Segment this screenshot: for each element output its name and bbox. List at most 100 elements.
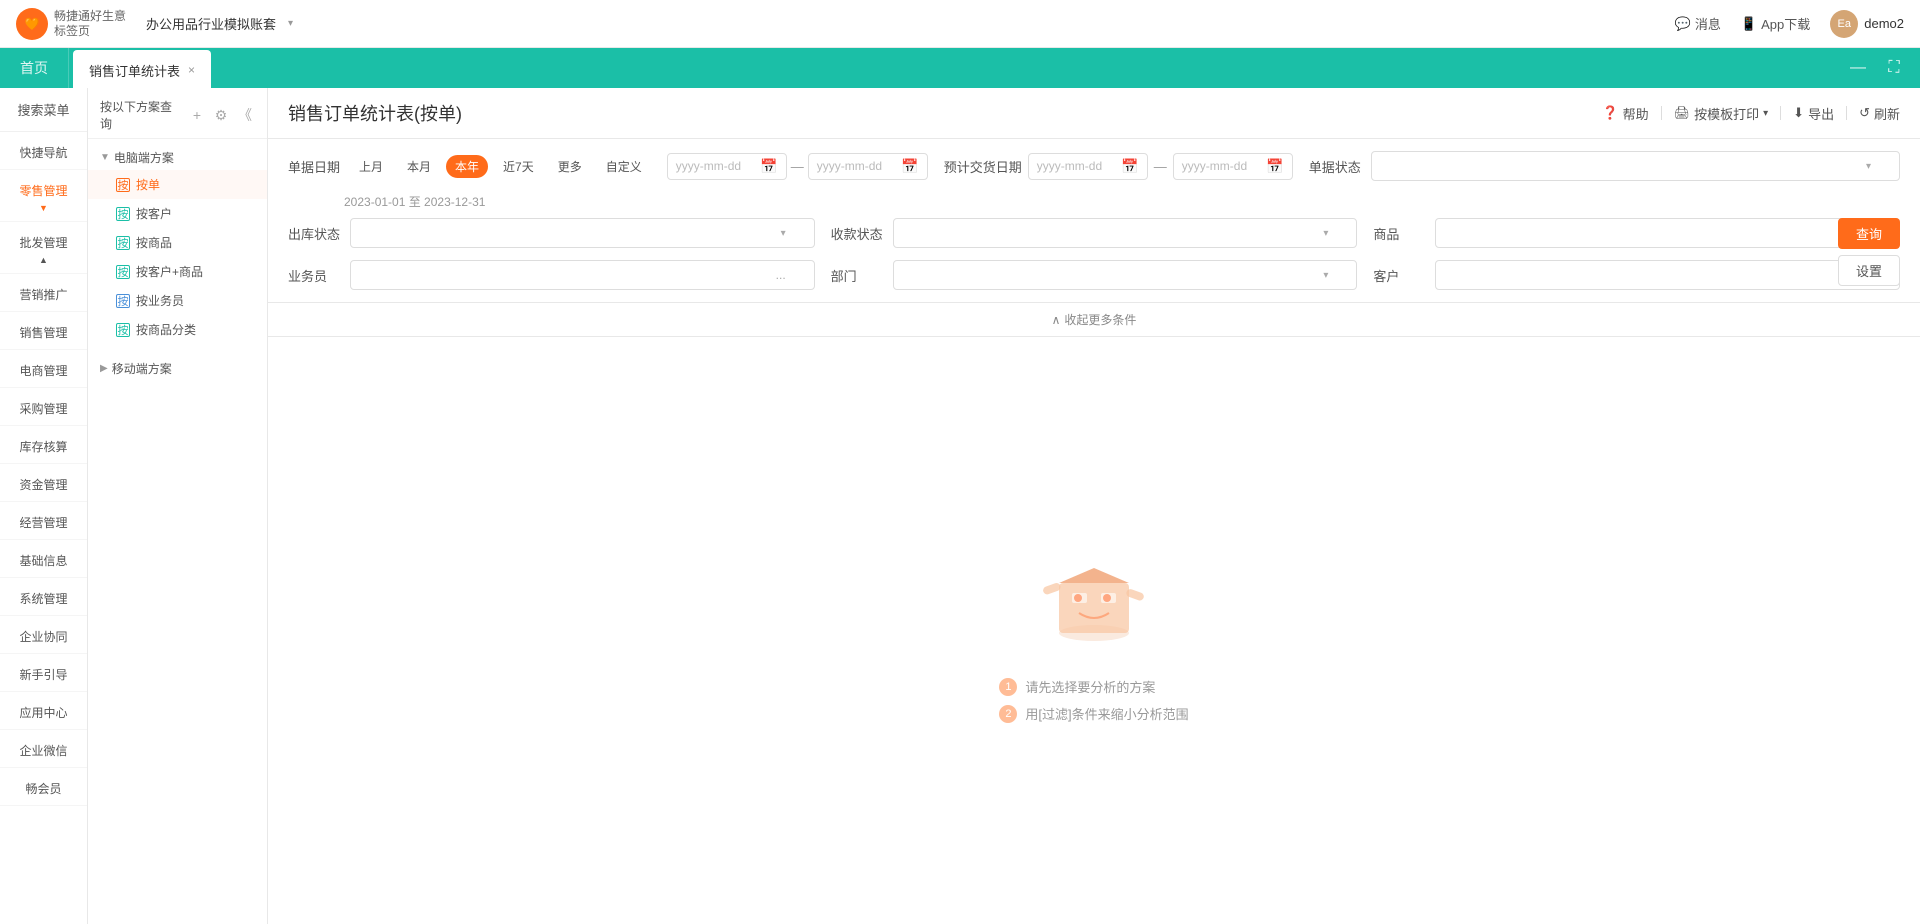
- template-print-button[interactable]: 🖨 按模板打印 ▾: [1674, 104, 1769, 123]
- export-button[interactable]: ⬇ 导出: [1793, 104, 1834, 123]
- scheme-group-pc-header[interactable]: ▼ 电脑端方案: [88, 145, 267, 170]
- doc-status-select[interactable]: ▾: [1371, 151, 1900, 181]
- divider-2: [1780, 106, 1781, 120]
- message-icon: 💬: [1675, 16, 1691, 32]
- by-order-label: 按单: [136, 176, 160, 193]
- header-left: 🧡 畅捷通好生意 标签页 办公用品行业模拟账套 ▾: [16, 8, 293, 40]
- date-start-input[interactable]: yyyy-mm-dd 📅: [667, 153, 787, 180]
- window-maximize-button[interactable]: ⛶: [1880, 54, 1908, 82]
- empty-illustration: [1034, 538, 1154, 661]
- sidebar-item-marketing[interactable]: 营销推广: [0, 274, 87, 312]
- enterprise-label: 企业协同: [19, 628, 67, 645]
- scheme-item-by-product-category[interactable]: 按 按商品分类: [88, 315, 267, 344]
- scheme-item-by-order[interactable]: 按 按单: [88, 170, 267, 199]
- export-icon: ⬇: [1793, 105, 1804, 121]
- scheme-group-mobile-header[interactable]: ▶ 移动端方案: [88, 356, 267, 381]
- filter-row-3: 业务员 ... 部门 ▾: [288, 260, 1900, 290]
- settings-button[interactable]: 设置: [1838, 255, 1900, 286]
- sidebar-item-appcenter[interactable]: 应用中心: [0, 692, 87, 730]
- scheme-item-by-customer-product[interactable]: 按 按客户+商品: [88, 257, 267, 286]
- customer-input[interactable]: ...: [1435, 260, 1900, 290]
- sidebar-item-newbie[interactable]: 新手引导: [0, 654, 87, 692]
- by-customer-label: 按客户: [136, 205, 172, 222]
- main-content-area: 1 请先选择要分析的方案 2 用[过滤]条件来缩小分析范围: [268, 337, 1920, 924]
- sidebar-item-member[interactable]: 畅会员: [0, 768, 87, 806]
- sidebar-item-enterprise[interactable]: 企业协同: [0, 616, 87, 654]
- help-button[interactable]: ❓ 帮助: [1602, 104, 1648, 123]
- retail-arrow: ▼: [39, 203, 48, 213]
- delivery-status-label: 出库状态: [288, 224, 344, 243]
- this-year-btn[interactable]: 本年: [446, 155, 488, 178]
- sidebar-item-basic[interactable]: 基础信息: [0, 540, 87, 578]
- sidebar-item-inventory[interactable]: 库存核算: [0, 426, 87, 464]
- by-salesperson-icon: 按: [116, 294, 130, 308]
- scheme-panel: 按以下方案查询 + ⚙ 《 ▼ 电脑端方案 按 按单 按: [88, 88, 268, 924]
- collapse-up-icon: ∧: [1052, 313, 1061, 327]
- refresh-button[interactable]: ↺ 刷新: [1859, 104, 1900, 123]
- chevron-right-icon: ▶: [100, 363, 108, 374]
- date-end-input[interactable]: yyyy-mm-dd 📅: [808, 153, 928, 180]
- tab-home[interactable]: 首页: [0, 48, 69, 88]
- empty-state: 1 请先选择要分析的方案 2 用[过滤]条件来缩小分析范围: [268, 337, 1920, 924]
- expected-date-end-input[interactable]: yyyy-mm-dd 📅: [1173, 153, 1293, 180]
- sidebar-item-corpwechat[interactable]: 企业微信: [0, 730, 87, 768]
- sidebar-search[interactable]: 搜索菜单: [0, 88, 87, 132]
- scheme-item-by-product[interactable]: 按 按商品: [88, 228, 267, 257]
- tab-close-button[interactable]: ×: [188, 63, 195, 77]
- chevron-down-icon: ▼: [100, 152, 110, 163]
- delivery-status-select[interactable]: ▾: [350, 218, 815, 248]
- sidebar-item-purchase[interactable]: 采购管理: [0, 388, 87, 426]
- page-actions: ❓ 帮助 🖨 按模板打印 ▾ ⬇: [1602, 104, 1900, 123]
- sidebar-item-wholesale[interactable]: 批发管理 ▲: [0, 222, 87, 274]
- app-title-dropdown[interactable]: ▾: [288, 18, 293, 29]
- delivery-status-arrow-icon: ▾: [781, 228, 786, 239]
- payment-status-select[interactable]: ▾: [893, 218, 1358, 248]
- search-label[interactable]: 搜索菜单: [8, 100, 79, 119]
- divider-3: [1846, 106, 1847, 120]
- print-arrow-icon: ▾: [1763, 108, 1768, 119]
- scheme-item-by-customer[interactable]: 按 按客户: [88, 199, 267, 228]
- this-month-btn[interactable]: 本月: [398, 155, 440, 178]
- refresh-icon: ↺: [1859, 105, 1870, 121]
- scheme-collapse-button[interactable]: 《: [235, 105, 255, 125]
- tab-active[interactable]: 销售订单统计表 ×: [73, 50, 211, 90]
- sidebar-item-operations[interactable]: 经营管理: [0, 502, 87, 540]
- collapse-bar[interactable]: ∧ 收起更多条件: [268, 302, 1920, 336]
- scheme-panel-header: 按以下方案查询 + ⚙ 《: [88, 88, 267, 139]
- sidebar-item-system[interactable]: 系统管理: [0, 578, 87, 616]
- salesperson-more-icon[interactable]: ...: [776, 268, 786, 282]
- by-product-category-icon: 按: [116, 323, 130, 337]
- sidebar-item-retail[interactable]: 零售管理 ▼: [0, 170, 87, 222]
- customer-label: 客户: [1373, 266, 1429, 285]
- logo-text: 畅捷通好生意 标签页: [54, 9, 126, 38]
- sidebar-item-quick-nav[interactable]: 快捷导航: [0, 132, 87, 170]
- filter-wrapper: 销售订单统计表(按单) ❓ 帮助 🖨 按模板打印 ▾: [268, 88, 1920, 337]
- more-btn[interactable]: 更多: [549, 155, 591, 178]
- scheme-add-button[interactable]: +: [187, 105, 207, 125]
- salesperson-input[interactable]: ...: [350, 260, 815, 290]
- by-customer-product-icon: 按: [116, 265, 130, 279]
- tip-2-num: 2: [999, 705, 1017, 723]
- expected-date-separator: —: [1154, 159, 1167, 174]
- expected-date-start-input[interactable]: yyyy-mm-dd 📅: [1028, 153, 1148, 180]
- department-select[interactable]: ▾: [893, 260, 1358, 290]
- custom-btn[interactable]: 自定义: [597, 155, 651, 178]
- product-input[interactable]: ...: [1435, 218, 1900, 248]
- by-customer-icon: 按: [116, 207, 130, 221]
- payment-status-arrow-icon: ▾: [1323, 228, 1328, 239]
- window-minimize-button[interactable]: —: [1844, 54, 1872, 82]
- app-download-button[interactable]: 📱 App下载: [1741, 14, 1810, 33]
- sidebar-item-finance[interactable]: 资金管理: [0, 464, 87, 502]
- by-product-icon: 按: [116, 236, 130, 250]
- empty-tip-2: 2 用[过滤]条件来缩小分析范围: [999, 704, 1188, 723]
- scheme-settings-button[interactable]: ⚙: [211, 105, 231, 125]
- last-7-days-btn[interactable]: 近7天: [494, 155, 543, 178]
- query-button[interactable]: 查询: [1838, 218, 1900, 249]
- last-month-btn[interactable]: 上月: [350, 155, 392, 178]
- scheme-item-by-salesperson[interactable]: 按 按业务员: [88, 286, 267, 315]
- doc-status-label: 单据状态: [1309, 157, 1365, 176]
- user-profile[interactable]: Ea demo2: [1830, 10, 1904, 38]
- sidebar-item-sales[interactable]: 销售管理: [0, 312, 87, 350]
- message-button[interactable]: 💬 消息: [1675, 14, 1721, 33]
- sidebar-item-ecommerce[interactable]: 电商管理: [0, 350, 87, 388]
